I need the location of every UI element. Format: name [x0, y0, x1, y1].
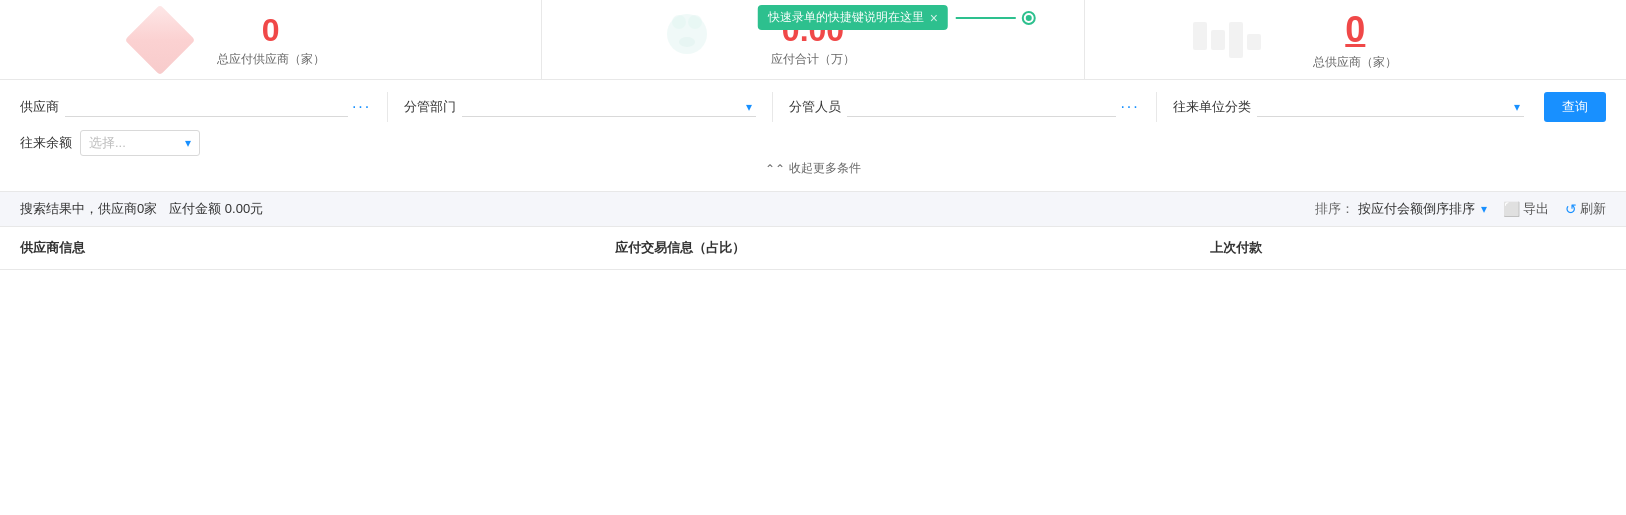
unit-category-chevron-icon: ▾ — [1514, 100, 1520, 114]
unit-category-label: 往来单位分类 — [1173, 98, 1251, 116]
diamond-icon — [135, 15, 185, 65]
col-header-transaction-info: 应付交易信息（占比） — [615, 239, 1210, 257]
payable-amount-label: 应付合计（万） — [771, 51, 855, 68]
refresh-icon: ↺ — [1565, 201, 1577, 217]
payable-suppliers-label: 总应付供应商（家） — [217, 51, 325, 68]
balance-chevron-icon: ▾ — [185, 136, 191, 150]
col-header-supplier-info: 供应商信息 — [20, 239, 615, 257]
collapse-row: ⌃⌃ 收起更多条件 — [20, 156, 1606, 183]
collapse-up-icon: ⌃⌃ — [765, 162, 785, 176]
tooltip-text: 快速录单的快捷键说明在这里 — [768, 9, 924, 26]
export-icon: ⬜ — [1503, 201, 1520, 217]
balance-placeholder: 选择... — [89, 134, 126, 152]
stats-bar: 0 总应付供应商（家） 快速录单的快捷键说明在这里 × 0.00 应付合计（万） — [0, 0, 1626, 80]
result-summary-wrapper: 搜索结果中，供应商0家 应付金额 0.00元 — [20, 200, 263, 218]
stat-payable-suppliers: 0 总应付供应商（家） — [0, 0, 542, 79]
divider-1 — [387, 92, 388, 122]
export-button[interactable]: ⬜ 导出 — [1503, 200, 1549, 218]
divider-2 — [772, 92, 773, 122]
tooltip-bubble: 快速录单的快捷键说明在这里 × — [758, 5, 948, 30]
balance-label: 往来余额 — [20, 134, 72, 152]
total-suppliers-count: 0 — [1345, 8, 1365, 51]
unit-category-field: 往来单位分类 ▾ — [1173, 98, 1524, 117]
query-button[interactable]: 查询 — [1544, 92, 1606, 122]
balance-select[interactable]: 选择... ▾ — [80, 130, 200, 156]
supplier-field: 供应商 ··· — [20, 97, 371, 117]
total-suppliers-label: 总供应商（家） — [1313, 54, 1397, 71]
table-area: 供应商信息 应付交易信息（占比） 上次付款 — [0, 227, 1626, 515]
tooltip-dot — [1024, 13, 1034, 23]
tooltip-wrapper: 快速录单的快捷键说明在这里 × — [758, 5, 1034, 30]
tooltip-close-btn[interactable]: × — [930, 10, 938, 26]
money-icon — [661, 8, 713, 72]
stat-total-suppliers: 0 总供应商（家） — [1085, 0, 1626, 79]
refresh-button[interactable]: ↺ 刷新 — [1565, 200, 1606, 218]
stat-payable-amount: 快速录单的快捷键说明在这里 × 0.00 应付合计（万） — [542, 0, 1084, 79]
tooltip-line — [956, 17, 1016, 19]
department-chevron-icon: ▾ — [746, 100, 752, 114]
table-header: 供应商信息 应付交易信息（占比） 上次付款 — [0, 227, 1626, 270]
table-body — [0, 270, 1626, 515]
svg-point-2 — [688, 15, 702, 29]
filter-row-1: 供应商 ··· 分管部门 ▾ 分管人员 ··· 往来单位分类 ▾ — [20, 92, 1606, 122]
supplier-label: 供应商 — [20, 98, 59, 116]
supplier-input[interactable] — [65, 97, 348, 117]
person-field: 分管人员 ··· — [789, 97, 1140, 117]
department-select[interactable]: ▾ — [462, 98, 755, 117]
result-actions: 排序： 按应付会额倒序排序 ▾ ⬜ 导出 ↺ 刷新 — [1315, 200, 1606, 218]
svg-point-1 — [672, 15, 686, 29]
divider-3 — [1156, 92, 1157, 122]
supplier-dots-btn[interactable]: ··· — [352, 98, 371, 116]
person-input[interactable] — [847, 97, 1117, 117]
person-label: 分管人员 — [789, 98, 841, 116]
result-bar: 搜索结果中，供应商0家 应付金额 0.00元 排序： 按应付会额倒序排序 ▾ ⬜… — [0, 192, 1626, 227]
svg-point-3 — [679, 37, 695, 47]
department-field: 分管部门 ▾ — [404, 98, 755, 117]
person-dots-btn[interactable]: ··· — [1120, 98, 1139, 116]
result-summary-text: 搜索结果中，供应商0家 — [20, 200, 157, 218]
collapse-button[interactable]: ⌃⌃ 收起更多条件 — [765, 160, 861, 177]
collapse-label: 收起更多条件 — [789, 160, 861, 177]
filter-bar: 供应商 ··· 分管部门 ▾ 分管人员 ··· 往来单位分类 ▾ — [0, 80, 1626, 192]
sort-value[interactable]: 按应付会额倒序排序 — [1358, 200, 1475, 218]
export-label: 导出 — [1523, 200, 1549, 218]
department-label: 分管部门 — [404, 98, 456, 116]
sort-label: 排序： — [1315, 200, 1354, 218]
payable-suppliers-count: 0 — [262, 11, 280, 49]
sort-chevron-icon: ▾ — [1481, 202, 1487, 216]
result-amount-text: 应付金额 0.00元 — [169, 200, 263, 218]
filter-row-2: 往来余额 选择... ▾ — [20, 130, 1606, 156]
col-header-last-payment: 上次付款 — [1210, 239, 1607, 257]
refresh-label: 刷新 — [1580, 200, 1606, 218]
unit-category-select[interactable]: ▾ — [1257, 98, 1524, 117]
sort-wrapper: 排序： 按应付会额倒序排序 ▾ — [1315, 200, 1487, 218]
